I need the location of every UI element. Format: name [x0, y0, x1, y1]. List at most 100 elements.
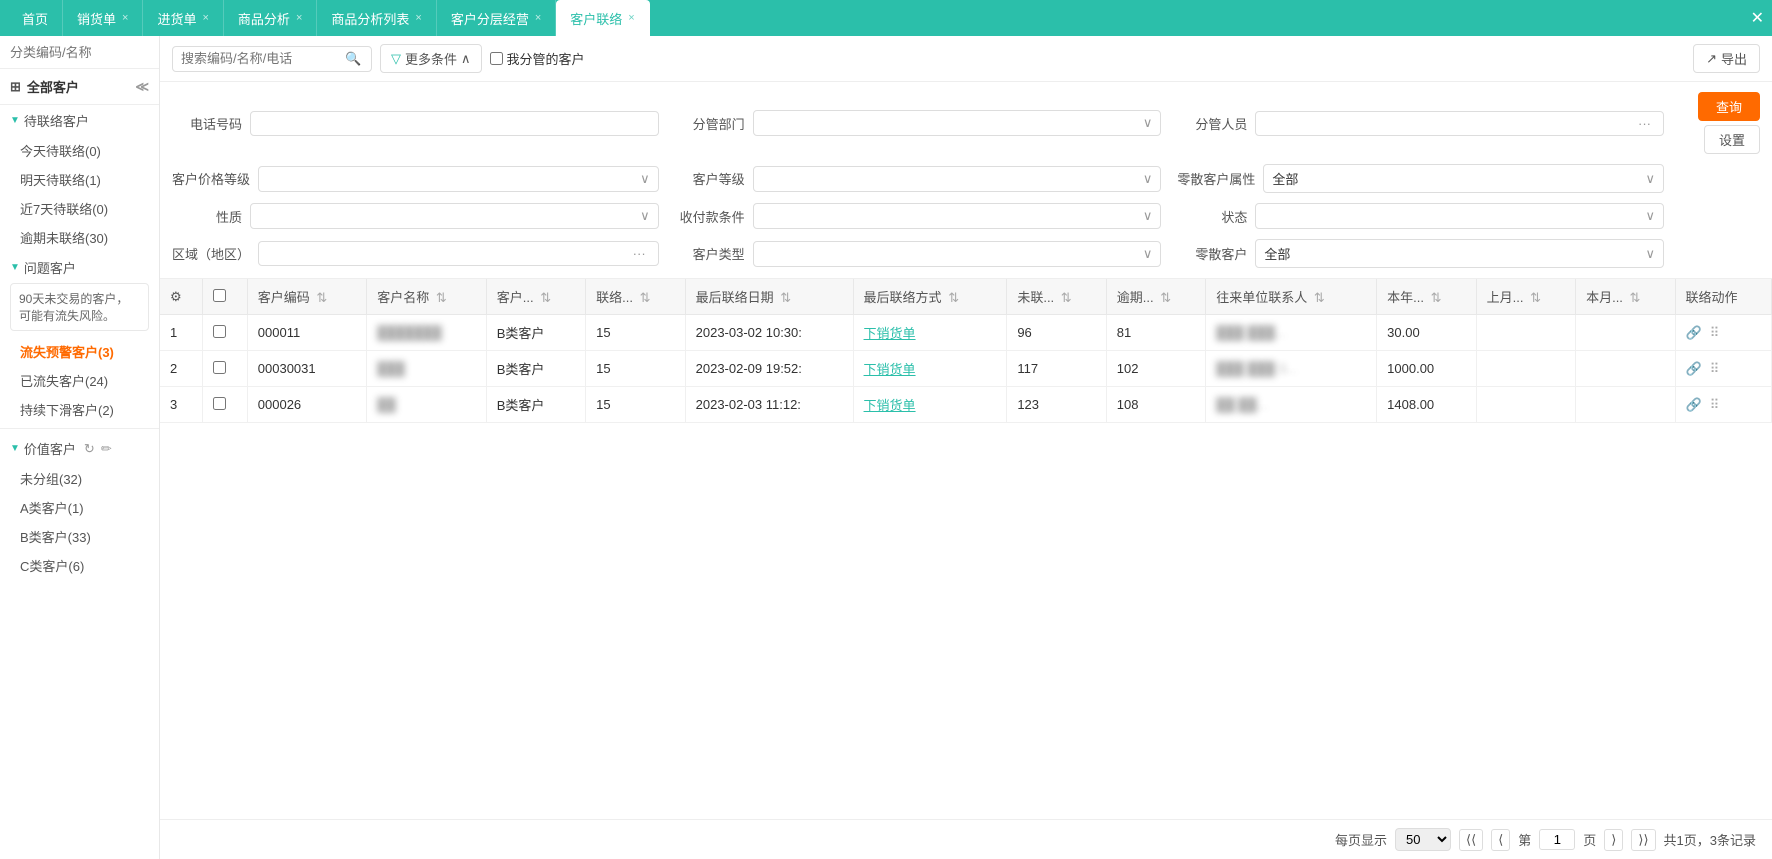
sidebar-item-churn-warning[interactable]: 流失预警客户(3) [0, 337, 159, 366]
arrow-down-icon3: ▼ [10, 443, 20, 454]
col-name[interactable]: 客户名称 ⇅ [367, 279, 486, 315]
collapse-icon[interactable]: ≪ [135, 79, 149, 95]
col-this-year[interactable]: 本年... ⇅ [1377, 279, 1476, 315]
sidebar-item-a-class[interactable]: A类客户(1) [0, 493, 159, 522]
sidebar-all-customers[interactable]: ⊞ 全部客户 ≪ [0, 69, 159, 105]
tab-analysis-list-close[interactable]: × [415, 12, 421, 24]
my-customers-check[interactable]: 我分管的客户 [490, 49, 585, 68]
page-next-icon[interactable]: ⟩ [1604, 829, 1623, 851]
zero-customer-select[interactable]: 全部 ∨ [1255, 239, 1664, 268]
cell-check [202, 315, 247, 351]
action-link-icon[interactable]: 🔗 [1686, 325, 1702, 341]
export-btn[interactable]: ↗ 导出 [1693, 44, 1760, 73]
tab-analysis-list[interactable]: 商品分析列表 × [317, 0, 436, 36]
content-area: 🔍 ▽ 更多条件 ∧ 我分管的客户 ↗ 导出 电话号码 [160, 36, 1772, 859]
col-code[interactable]: 客户编码 ⇅ [247, 279, 366, 315]
col-person[interactable]: 往来单位联系人 ⇅ [1206, 279, 1377, 315]
row-checkbox[interactable] [213, 361, 226, 374]
action-more-icon[interactable]: ⠿ [1710, 325, 1720, 341]
sidebar-divider [0, 428, 159, 429]
payment-select[interactable]: ∨ [753, 203, 1162, 229]
action-link-icon[interactable]: 🔗 [1686, 397, 1702, 413]
sort-lmonth-icon: ⇅ [1530, 290, 1541, 305]
value-settings-icon[interactable]: ✏ [101, 441, 112, 457]
tab-analysis-close[interactable]: × [296, 12, 302, 24]
region-dots[interactable]: ··· [629, 246, 650, 261]
select-all-checkbox[interactable] [213, 289, 226, 302]
sidebar-item-tomorrow[interactable]: 明天待联络(1) [0, 165, 159, 194]
page-prev-icon[interactable]: ⟨ [1491, 829, 1510, 851]
sidebar-group-value[interactable]: ▼ 价值客户 ↻ ✏ [0, 433, 159, 464]
sidebar-item-churned[interactable]: 已流失客户(24) [0, 366, 159, 395]
tab-sales-close[interactable]: × [122, 12, 128, 24]
row-checkbox[interactable] [213, 325, 226, 338]
search-btn-icon[interactable]: 🔍 [345, 51, 361, 67]
action-link-icon[interactable]: 🔗 [1686, 361, 1702, 377]
sort-code-icon: ⇅ [316, 290, 327, 305]
sidebar-item-b-class[interactable]: B类客户(33) [0, 522, 159, 551]
dept-chevron: ∨ [1143, 115, 1153, 131]
sidebar-group-pending[interactable]: ▼ 待联络客户 [0, 105, 159, 136]
page-last-icon[interactable]: ⟩⟩ [1631, 829, 1655, 851]
my-customers-checkbox[interactable] [490, 52, 503, 65]
manager-select[interactable]: ··· [1255, 111, 1664, 136]
value-edit-icon[interactable]: ↻ [84, 441, 95, 457]
customer-type-select[interactable]: ∨ [753, 241, 1162, 267]
page-first-icon[interactable]: ⟨⟨ [1459, 829, 1483, 851]
search-input[interactable] [181, 51, 341, 66]
tab-customer-contact[interactable]: 客户联络 × [556, 0, 649, 36]
tab-analysis[interactable]: 商品分析 × [224, 0, 317, 36]
adv-field-zero-customer: 零散客户 全部 ∨ [1177, 239, 1664, 268]
tab-homepage[interactable]: 首页 [8, 0, 63, 36]
phone-input[interactable] [250, 111, 659, 136]
per-page-select[interactable]: 50 100 [1395, 828, 1451, 851]
tab-purchase-close[interactable]: × [202, 12, 208, 24]
query-btn[interactable]: 查询 [1698, 92, 1760, 121]
manager-dots[interactable]: ··· [1634, 116, 1655, 131]
tab-bar-close-all[interactable]: ✕ [1751, 8, 1764, 28]
customer-level-select[interactable]: ∨ [753, 166, 1162, 192]
sidebar-group-problem[interactable]: ▼ 问题客户 [0, 252, 159, 283]
col-last-month[interactable]: 上月... ⇅ [1476, 279, 1575, 315]
region-select[interactable]: ··· [258, 241, 659, 266]
zero-attr-value: 全部 [1272, 169, 1298, 188]
page-input[interactable] [1539, 829, 1575, 850]
tab-sales[interactable]: 销货单 × [63, 0, 143, 36]
sidebar-item-overdue[interactable]: 逾期未联络(30) [0, 223, 159, 252]
cell-contact: 15 [586, 387, 685, 423]
dept-select[interactable]: ∨ [753, 110, 1162, 136]
cell-action: 🔗 ⠿ [1675, 351, 1771, 387]
row-checkbox[interactable] [213, 397, 226, 410]
sidebar-item-declining[interactable]: 持续下滑客户(2) [0, 395, 159, 424]
action-more-icon[interactable]: ⠿ [1710, 361, 1720, 377]
col-this-month[interactable]: 本月... ⇅ [1576, 279, 1675, 315]
gender-select[interactable]: ∨ [250, 203, 659, 229]
price-level-select[interactable]: ∨ [258, 166, 659, 192]
tab-customer-segment[interactable]: 客户分层经营 × [437, 0, 556, 36]
zero-attr-select[interactable]: 全部 ∨ [1263, 164, 1664, 193]
sidebar-item-c-class[interactable]: C类客户(6) [0, 551, 159, 580]
col-unlink[interactable]: 未联... ⇅ [1007, 279, 1106, 315]
cell-lmonth [1476, 351, 1575, 387]
sidebar-item-today[interactable]: 今天待联络(0) [0, 136, 159, 165]
col-contact[interactable]: 联络... ⇅ [586, 279, 685, 315]
cell-year: 30.00 [1377, 315, 1476, 351]
tab-customer-segment-close[interactable]: × [535, 12, 541, 24]
adv-filter: 电话号码 分管部门 ∨ 分管人员 ··· [160, 82, 1772, 279]
more-conditions-btn[interactable]: ▽ 更多条件 ∧ [380, 44, 482, 73]
sidebar-item-ungrouped[interactable]: 未分组(32) [0, 464, 159, 493]
col-settings-icon[interactable]: ⚙ [170, 289, 182, 304]
action-more-icon[interactable]: ⠿ [1710, 397, 1720, 413]
sidebar-search-input[interactable] [10, 45, 160, 60]
col-last-date[interactable]: 最后联络日期 ⇅ [685, 279, 853, 315]
col-last-way[interactable]: 最后联络方式 ⇅ [853, 279, 1007, 315]
adv-field-status: 状态 ∨ [1177, 203, 1664, 229]
col-overdue[interactable]: 逾期... ⇅ [1106, 279, 1205, 315]
tab-customer-contact-close[interactable]: × [628, 12, 634, 24]
sidebar-item-7days[interactable]: 近7天待联络(0) [0, 194, 159, 223]
col-type[interactable]: 客户... ⇅ [486, 279, 585, 315]
settings-btn[interactable]: 设置 [1704, 125, 1760, 154]
status-select[interactable]: ∨ [1255, 203, 1664, 229]
tab-customer-contact-label: 客户联络 [570, 9, 622, 28]
tab-purchase[interactable]: 进货单 × [143, 0, 223, 36]
